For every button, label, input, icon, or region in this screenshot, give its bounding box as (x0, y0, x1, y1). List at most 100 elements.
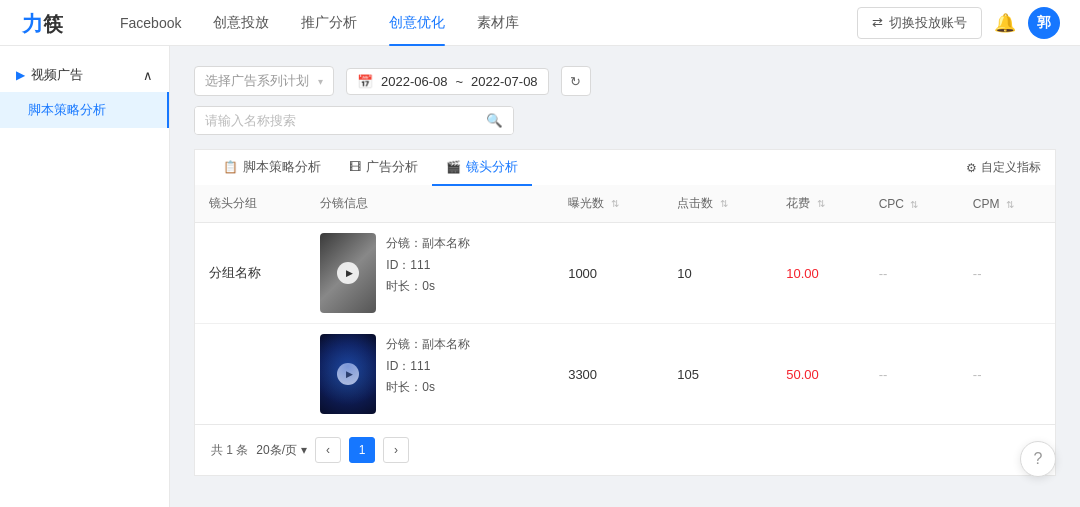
plan-placeholder: 选择广告系列计划 (205, 72, 309, 90)
clicks-cell-2: 105 (663, 324, 772, 425)
tab-script-label: 脚本策略分析 (243, 158, 321, 176)
refresh-button[interactable]: ↻ (561, 66, 591, 96)
play-icon: ▶ (16, 68, 25, 82)
calendar-icon: 📅 (357, 74, 373, 89)
shot-meta-2: 分镜：副本名称 ID：111 时长：0s (386, 334, 470, 399)
date-end: 2022-07-08 (471, 74, 538, 89)
page-total: 共 1 条 (211, 442, 248, 459)
shot-id-2: ID：111 (386, 356, 470, 378)
cpc-cell-2: -- (865, 324, 959, 425)
shot-info-cell-2: 分镜：副本名称 ID：111 时长：0s (306, 324, 554, 425)
layout: ▶ 视频广告 ∧ 脚本策略分析 选择广告系列计划 ▾ 📅 2022-06-08 … (0, 46, 1080, 507)
sort-clicks-icon[interactable]: ⇅ (720, 198, 728, 209)
col-impressions: 曝光数 ⇅ (554, 185, 663, 223)
pagination: 共 1 条 20条/页 ▾ ‹ 1 › (195, 424, 1055, 475)
table-header-row: 镜头分组 分镜信息 曝光数 ⇅ 点击数 ⇅ 花费 ⇅ (195, 185, 1055, 223)
impressions-cell-2: 3300 (554, 324, 663, 425)
shot-label-2: 分镜：副本名称 (386, 334, 470, 356)
data-table: 镜头分组 分镜信息 曝光数 ⇅ 点击数 ⇅ 花费 ⇅ (195, 185, 1055, 424)
tab-shot-label: 镜头分析 (466, 158, 518, 176)
table-row: 分镜：副本名称 ID：111 时长：0s 3300 105 50.00 -- -… (195, 324, 1055, 425)
switch-label: 切换投放账号 (889, 14, 967, 32)
date-start: 2022-06-08 (381, 74, 448, 89)
page-1-button[interactable]: 1 (349, 437, 375, 463)
svg-text:力: 力 (21, 11, 43, 34)
shot-meta-1: 分镜：副本名称 ID：111 时长：0s (386, 233, 470, 298)
tabs: 📋 脚本策略分析 🎞 广告分析 🎬 镜头分析 (209, 150, 966, 185)
switch-icon: ⇄ (872, 15, 883, 30)
switch-account-button[interactable]: ⇄ 切换投放账号 (857, 7, 982, 39)
tab-shot[interactable]: 🎬 镜头分析 (432, 150, 532, 186)
shot-duration-2: 时长：0s (386, 377, 470, 399)
shot-info-2: 分镜：副本名称 ID：111 时长：0s (320, 334, 540, 414)
date-sep: ~ (456, 74, 464, 89)
nav-item-creative-optimize[interactable]: 创意优化 (373, 0, 461, 46)
nav-item-creative-launch[interactable]: 创意投放 (197, 0, 285, 46)
search-input[interactable] (195, 107, 476, 134)
nav-items: Facebook 创意投放 推广分析 创意优化 素材库 (104, 0, 857, 46)
nav-right: ⇄ 切换投放账号 🔔 郭 (857, 7, 1060, 39)
chevron-up-icon: ∧ (143, 68, 153, 83)
script-tab-icon: 📋 (223, 160, 238, 174)
col-cpc: CPC ⇅ (865, 185, 959, 223)
date-picker[interactable]: 📅 2022-06-08 ~ 2022-07-08 (346, 68, 549, 95)
sort-spend-icon[interactable]: ⇅ (817, 198, 825, 209)
shot-info: 分镜：副本名称 ID：111 时长：0s (320, 233, 540, 313)
spend-cell-1: 10.00 (772, 223, 864, 324)
cpc-cell-1: -- (865, 223, 959, 324)
col-spend: 花费 ⇅ (772, 185, 864, 223)
shot-thumbnail-2[interactable] (320, 334, 376, 414)
next-page-button[interactable]: › (383, 437, 409, 463)
svg-text:筷: 筷 (43, 12, 64, 34)
chevron-down-icon: ▾ (318, 76, 323, 87)
sidebar: ▶ 视频广告 ∧ 脚本策略分析 (0, 46, 170, 507)
avatar[interactable]: 郭 (1028, 7, 1060, 39)
help-button[interactable]: ? (1020, 441, 1056, 477)
clicks-cell-1: 10 (663, 223, 772, 324)
col-shot-info: 分镜信息 (306, 185, 554, 223)
bell-icon[interactable]: 🔔 (994, 12, 1016, 34)
group-label: ▶ 视频广告 (16, 66, 83, 84)
table-wrapper: 镜头分组 分镜信息 曝光数 ⇅ 点击数 ⇅ 花费 ⇅ (194, 185, 1056, 476)
sidebar-group-header[interactable]: ▶ 视频广告 ∧ (0, 58, 169, 92)
custom-metric-button[interactable]: ⚙ 自定义指标 (966, 159, 1041, 176)
tab-right: ⚙ 自定义指标 (966, 151, 1041, 184)
sort-cpm-icon[interactable]: ⇅ (1006, 199, 1014, 210)
shot-thumbnail-1[interactable] (320, 233, 376, 313)
custom-metric-label: 自定义指标 (981, 159, 1041, 176)
sidebar-item-script-analysis[interactable]: 脚本策略分析 (0, 92, 169, 128)
nav-item-facebook[interactable]: Facebook (104, 0, 197, 46)
col-group: 镜头分组 (195, 185, 306, 223)
nav-item-promo-analysis[interactable]: 推广分析 (285, 0, 373, 46)
search-button[interactable]: 🔍 (476, 107, 513, 134)
play-circle-icon (337, 262, 359, 284)
shot-label-1: 分镜：副本名称 (386, 233, 470, 255)
per-page-selector[interactable]: 20条/页 ▾ (256, 442, 307, 459)
nav-item-materials[interactable]: 素材库 (461, 0, 535, 46)
shot-id-1: ID：111 (386, 255, 470, 277)
topnav: 力 筷 Facebook 创意投放 推广分析 创意优化 素材库 ⇄ 切换投放账号… (0, 0, 1080, 46)
cpm-cell-1: -- (959, 223, 1055, 324)
impressions-cell-1: 1000 (554, 223, 663, 324)
main-content: 选择广告系列计划 ▾ 📅 2022-06-08 ~ 2022-07-08 ↻ 🔍… (170, 46, 1080, 507)
ad-tab-icon: 🎞 (349, 160, 361, 174)
per-page-label: 20条/页 (256, 442, 297, 459)
tab-ad[interactable]: 🎞 广告分析 (335, 150, 432, 186)
prev-page-button[interactable]: ‹ (315, 437, 341, 463)
spend-cell-2: 50.00 (772, 324, 864, 425)
tabs-row: 📋 脚本策略分析 🎞 广告分析 🎬 镜头分析 ⚙ 自定义指标 (194, 149, 1056, 185)
tab-script[interactable]: 📋 脚本策略分析 (209, 150, 335, 186)
tab-ad-label: 广告分析 (366, 158, 418, 176)
shot-duration-1: 时长：0s (386, 276, 470, 298)
logo: 力 筷 (20, 7, 80, 39)
plan-select[interactable]: 选择广告系列计划 ▾ (194, 66, 334, 96)
sort-impressions-icon[interactable]: ⇅ (611, 198, 619, 209)
sidebar-group-video-ad: ▶ 视频广告 ∧ 脚本策略分析 (0, 58, 169, 128)
cpm-cell-2: -- (959, 324, 1055, 425)
table-row: 分组名称 分镜：副本名称 ID：111 时长：0s (195, 223, 1055, 324)
sort-cpc-icon[interactable]: ⇅ (910, 199, 918, 210)
group-name-cell: 分组名称 (195, 223, 306, 324)
search-row: 🔍 (194, 106, 1056, 135)
shot-info-cell-1: 分镜：副本名称 ID：111 时长：0s (306, 223, 554, 324)
chevron-down-icon-2: ▾ (301, 443, 307, 457)
